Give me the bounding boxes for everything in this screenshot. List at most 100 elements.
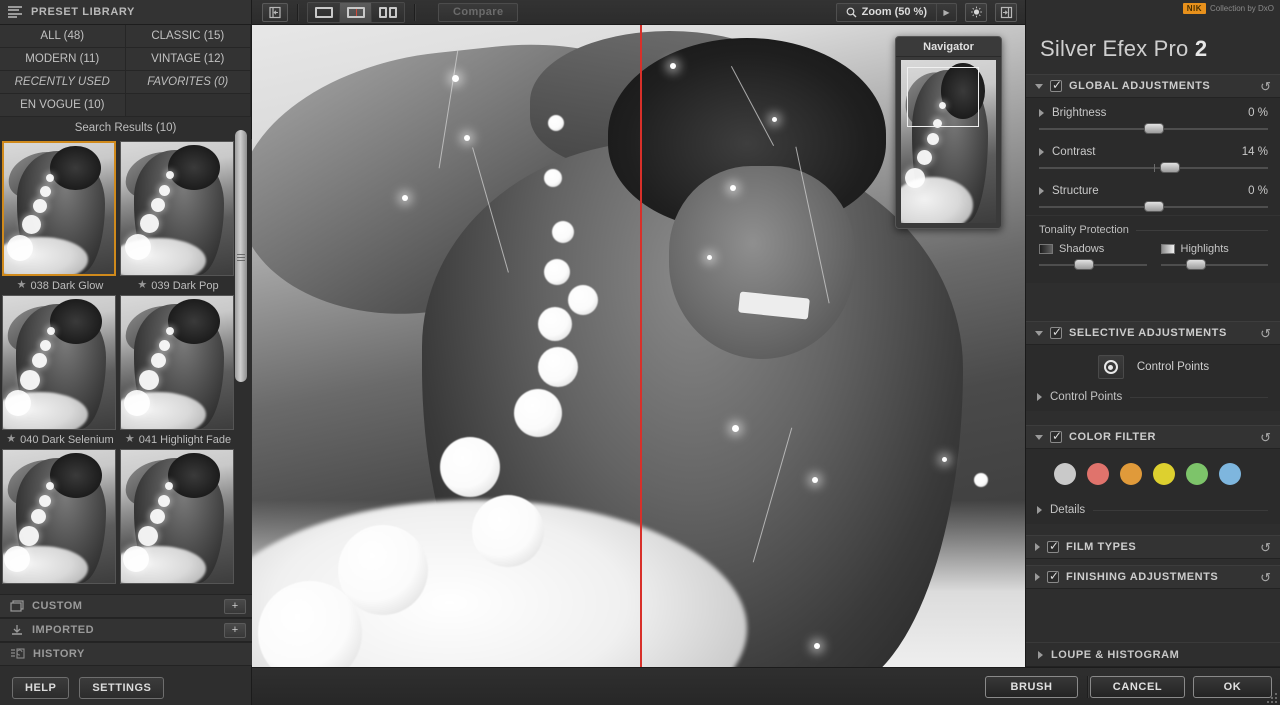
category-modern[interactable]: MODERN (11) [0, 48, 126, 71]
section-header-finishing-adjustments[interactable]: FINISHING ADJUSTMENTS ↺ [1026, 565, 1280, 589]
view-single-button[interactable] [308, 3, 340, 22]
slider-structure-track[interactable] [1039, 199, 1268, 215]
checkbox-global-adjustments[interactable] [1050, 80, 1062, 92]
preset-thumbnail[interactable] [2, 141, 116, 276]
category-recently-used[interactable]: RECENTLY USED [0, 71, 126, 94]
preset-item-039[interactable]: ★ 039 Dark Pop [120, 141, 236, 295]
window-resize-grip-icon[interactable] [1267, 693, 1277, 703]
chevron-right-icon[interactable] [1035, 573, 1040, 581]
zoom-control[interactable]: Zoom (50 %) ▶ [836, 3, 957, 22]
reset-icon[interactable]: ↺ [1260, 79, 1271, 95]
preset-name: 038 Dark Glow [31, 280, 104, 292]
zoom-level-text: Zoom (50 %) [862, 6, 927, 18]
color-filter-details-row[interactable]: Details [1026, 498, 1280, 524]
preset-thumbnail-scroll-area[interactable]: ★ 038 Dark Glow [0, 139, 252, 594]
navigator-viewport-rect[interactable] [907, 67, 979, 127]
slider-brightness-track[interactable] [1039, 121, 1268, 137]
preset-item-040[interactable]: ★ 040 Dark Selenium [2, 295, 118, 449]
favorite-star-icon[interactable]: ★ [17, 280, 27, 291]
favorite-star-icon[interactable]: ★ [125, 434, 135, 445]
chevron-right-icon[interactable] [1037, 393, 1042, 401]
panel-collapse-icon[interactable] [262, 3, 288, 22]
preset-thumbnail[interactable] [120, 449, 234, 584]
chevron-right-icon[interactable] [1039, 109, 1044, 117]
section-header-selective-adjustments[interactable]: SELECTIVE ADJUSTMENTS ↺ [1026, 321, 1280, 345]
shadows-slider-track[interactable] [1039, 257, 1147, 273]
control-point-icon[interactable] [1098, 355, 1124, 379]
slider-structure-knob[interactable] [1144, 201, 1164, 212]
shadows-slider-knob[interactable] [1074, 259, 1094, 270]
color-swatch-neutral[interactable] [1054, 463, 1076, 485]
category-en-vogue[interactable]: EN VOGUE (10) [0, 94, 126, 117]
chevron-right-icon[interactable] [1039, 187, 1044, 195]
zoom-dropdown-caret-icon[interactable]: ▶ [936, 4, 956, 21]
color-swatch-orange[interactable] [1120, 463, 1142, 485]
compare-button[interactable]: Compare [438, 3, 518, 22]
color-swatch-red[interactable] [1087, 463, 1109, 485]
chevron-down-icon[interactable] [1035, 84, 1043, 89]
favorite-star-icon[interactable]: ★ [137, 280, 147, 291]
checkbox-color-filter[interactable] [1050, 431, 1062, 443]
history-row[interactable]: HISTORY [0, 642, 252, 666]
category-vintage[interactable]: VINTAGE (12) [126, 48, 252, 71]
settings-button[interactable]: SETTINGS [79, 677, 164, 699]
reset-icon[interactable]: ↺ [1260, 540, 1271, 556]
color-swatch-blue[interactable] [1219, 463, 1241, 485]
checkbox-film-types[interactable] [1047, 541, 1059, 553]
panel-expand-icon[interactable] [995, 3, 1017, 22]
chevron-right-icon[interactable] [1038, 651, 1043, 659]
preset-thumbnail[interactable] [2, 449, 116, 584]
highlights-slider-track[interactable] [1161, 257, 1269, 273]
add-imported-button[interactable]: + [224, 623, 246, 638]
preset-item-next-a[interactable] [2, 449, 118, 594]
reset-icon[interactable]: ↺ [1260, 430, 1271, 446]
color-swatch-green[interactable] [1186, 463, 1208, 485]
category-all[interactable]: ALL (48) [0, 25, 126, 48]
slider-contrast-knob[interactable] [1160, 162, 1180, 173]
category-favorites[interactable]: FAVORITES (0) [126, 71, 252, 94]
navigator-panel[interactable]: Navigator [895, 36, 1002, 229]
control-points-list-row[interactable]: Control Points [1026, 385, 1280, 411]
preset-thumbnail[interactable] [120, 295, 234, 430]
preset-item-038[interactable]: ★ 038 Dark Glow [2, 141, 118, 295]
chevron-right-icon[interactable] [1037, 506, 1042, 514]
custom-presets-row[interactable]: CUSTOM + [0, 594, 252, 618]
slider-brightness-knob[interactable] [1144, 123, 1164, 134]
checkbox-selective-adjustments[interactable] [1050, 327, 1062, 339]
zoom-label-wrap[interactable]: Zoom (50 %) [837, 6, 936, 18]
preset-thumbnail[interactable] [120, 141, 234, 276]
preset-thumbnail[interactable] [2, 295, 116, 430]
highlights-slider-knob[interactable] [1186, 259, 1206, 270]
chevron-down-icon[interactable] [1035, 435, 1043, 440]
loupe-histogram-section-header[interactable]: LOUPE & HISTOGRAM [1026, 642, 1280, 667]
view-split-button[interactable] [340, 3, 372, 22]
add-custom-button[interactable]: + [224, 599, 246, 614]
category-classic[interactable]: CLASSIC (15) [126, 25, 252, 48]
tonality-protection-group: Tonality Protection Shadows [1026, 215, 1280, 283]
chevron-down-icon[interactable] [1035, 331, 1043, 336]
section-header-global-adjustments[interactable]: GLOBAL ADJUSTMENTS ↺ [1026, 74, 1280, 98]
preset-item-041[interactable]: ★ 041 Highlight Fade [120, 295, 236, 449]
reset-icon[interactable]: ↺ [1260, 326, 1271, 342]
lightbulb-icon[interactable] [965, 3, 987, 22]
checkbox-finishing-adjustments[interactable] [1047, 571, 1059, 583]
section-header-film-types[interactable]: FILM TYPES ↺ [1026, 535, 1280, 559]
brush-button[interactable]: BRUSH [985, 676, 1078, 698]
color-swatch-yellow[interactable] [1153, 463, 1175, 485]
favorite-star-icon[interactable]: ★ [6, 434, 16, 445]
chevron-right-icon[interactable] [1035, 543, 1040, 551]
ok-button[interactable]: OK [1193, 676, 1272, 698]
slider-contrast-track[interactable] [1039, 160, 1268, 176]
chevron-right-icon[interactable] [1039, 148, 1044, 156]
preset-list-scrollbar[interactable] [235, 130, 247, 590]
imported-presets-row[interactable]: IMPORTED + [0, 618, 252, 642]
cancel-button[interactable]: CANCEL [1090, 676, 1185, 698]
help-button[interactable]: HELP [12, 677, 69, 699]
section-header-color-filter[interactable]: COLOR FILTER ↺ [1026, 425, 1280, 449]
reset-icon[interactable]: ↺ [1260, 570, 1271, 586]
silver-efex-pro-window: PRESET LIBRARY ALL (48) CLASSIC (15) MOD… [0, 0, 1280, 705]
view-side-by-side-button[interactable] [372, 3, 404, 22]
scrollbar-thumb[interactable] [235, 130, 247, 382]
split-view-divider[interactable] [640, 25, 642, 667]
preset-item-next-b[interactable] [120, 449, 236, 594]
